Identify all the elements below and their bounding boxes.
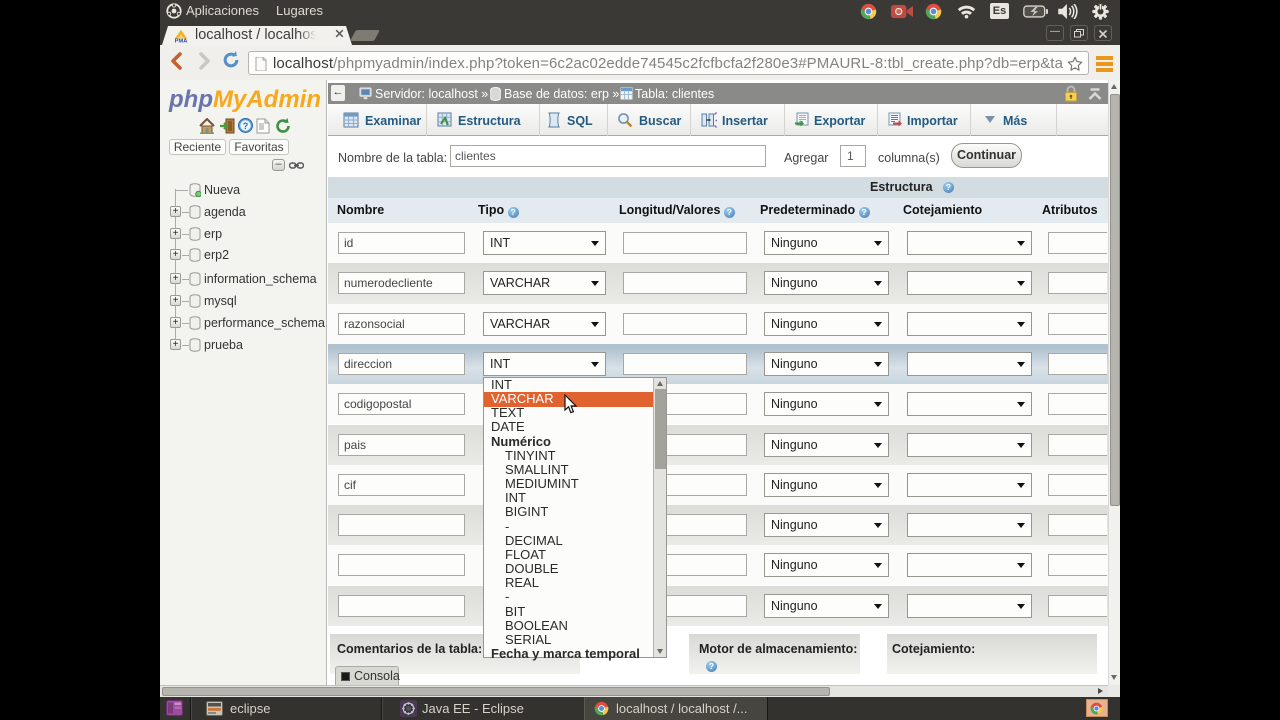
svg-text:PMA: PMA (175, 39, 188, 43)
svg-text:?: ? (243, 121, 249, 131)
